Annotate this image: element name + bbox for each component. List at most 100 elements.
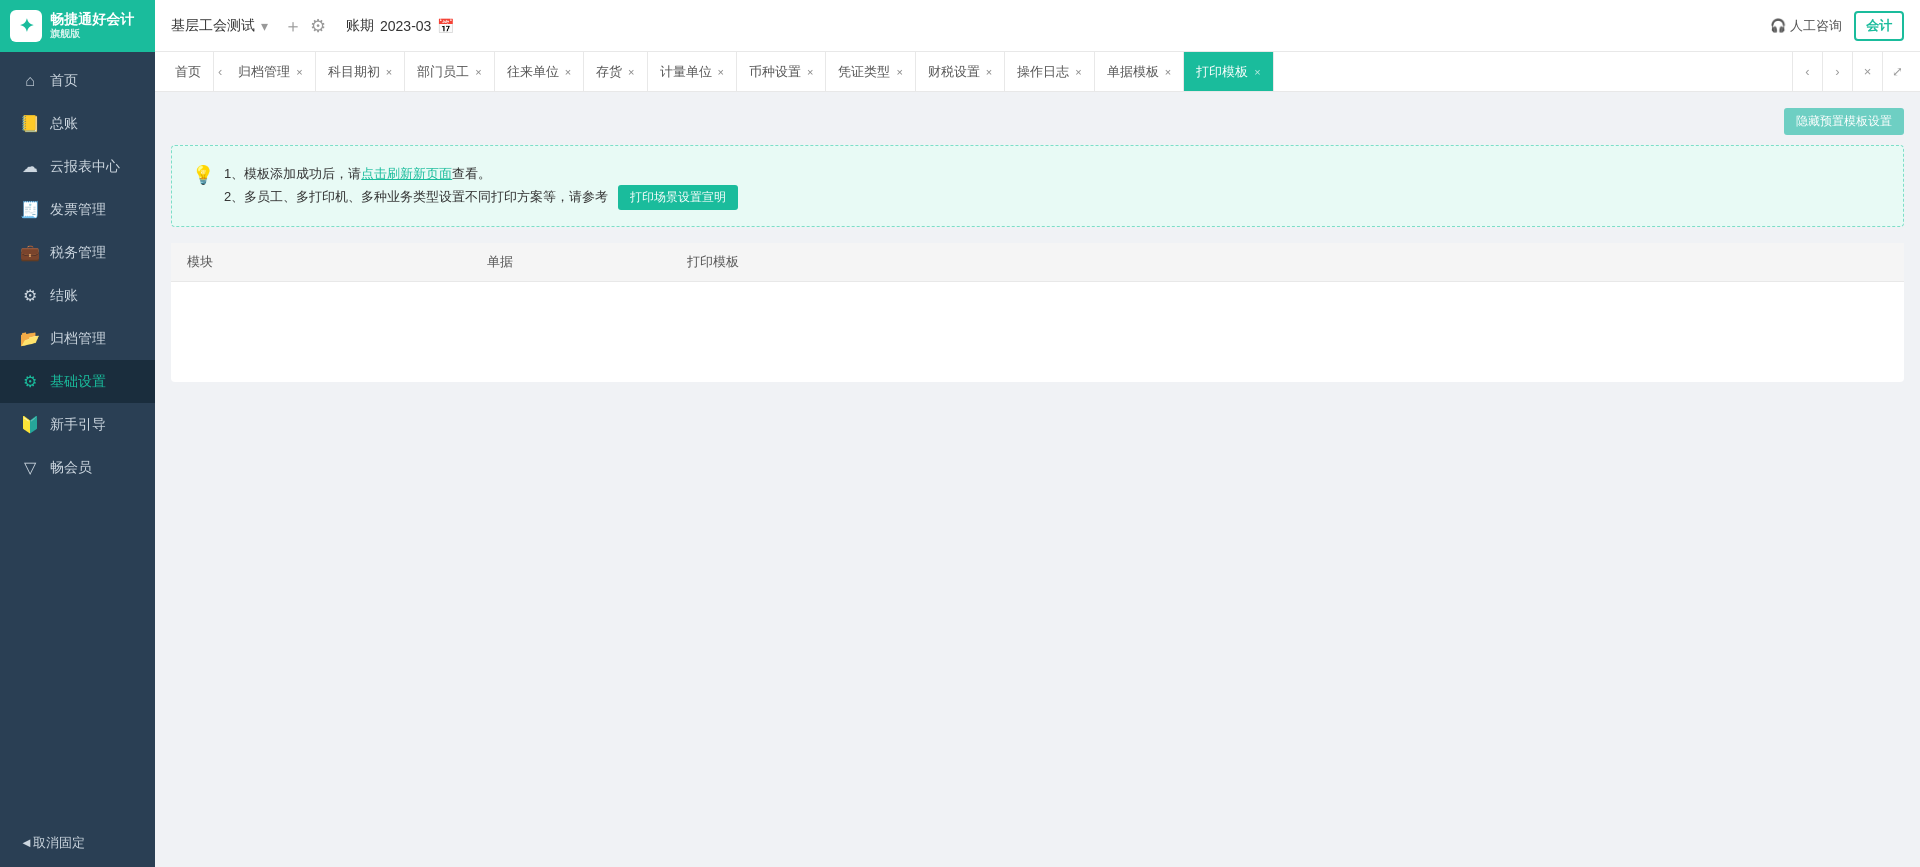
column-print-template: 打印模板: [671, 243, 1904, 281]
notice-box: 💡 1、模板添加成功后，请点击刷新新页面查看。 2、多员工、多打印机、多种业务类…: [171, 145, 1904, 227]
content-area: 隐藏预置模板设置 💡 1、模板添加成功后，请点击刷新新页面查看。 2、多员工、多…: [155, 92, 1920, 867]
tab-department[interactable]: 部门员工 ×: [405, 52, 494, 92]
sidebar-item-reports[interactable]: ☁ 云报表中心: [0, 145, 155, 188]
tab-inventory[interactable]: 存货 ×: [584, 52, 647, 92]
column-document: 单据: [471, 243, 671, 281]
logo-text: 畅捷通好会计: [50, 11, 134, 28]
tab-tax-setting-label: 财税设置: [928, 63, 980, 81]
tax-icon: 💼: [20, 243, 40, 262]
sidebar-item-tax[interactable]: 💼 税务管理: [0, 231, 155, 274]
sidebar-label-archive: 归档管理: [50, 330, 106, 348]
sidebar-label-ledger: 总账: [50, 115, 78, 133]
tab-voucher-type-label: 凭证类型: [838, 63, 890, 81]
sidebar-item-archive[interactable]: 📂 归档管理: [0, 317, 155, 360]
notice-bulb-icon: 💡: [192, 164, 214, 186]
tab-close-tax-setting[interactable]: ×: [986, 66, 992, 78]
notice-line2-prefix: 2、多员工、多打印机、多种业务类型设置不同打印方案等，请参考: [224, 189, 608, 204]
tab-nav-buttons: ‹ › × ⤢: [1792, 52, 1912, 92]
notice-line1-suffix: 查看。: [452, 166, 491, 181]
tab-department-label: 部门员工: [417, 63, 469, 81]
tab-voucher-type[interactable]: 凭证类型 ×: [826, 52, 915, 92]
sidebar-nav: ⌂ 首页 📒 总账 ☁ 云报表中心 🧾 发票管理 💼 税务管理 ⚙ 结账 📂 归…: [0, 52, 155, 819]
sidebar-item-guide[interactable]: 🔰 新手引导: [0, 403, 155, 446]
sidebar-label-basic: 基础设置: [50, 373, 106, 391]
tab-currency-label: 币种设置: [749, 63, 801, 81]
tab-close-single-template[interactable]: ×: [1165, 66, 1171, 78]
tab-close-archive-mgmt[interactable]: ×: [296, 66, 302, 78]
member-icon: ▽: [20, 458, 40, 477]
sidebar-item-settle[interactable]: ⚙ 结账: [0, 274, 155, 317]
sidebar-item-basic[interactable]: ⚙ 基础设置: [0, 360, 155, 403]
tab-close-subject-init[interactable]: ×: [386, 66, 392, 78]
tab-home-label: 首页: [175, 63, 201, 81]
table-body: [171, 282, 1904, 382]
kuaiji-button[interactable]: 会计: [1854, 11, 1904, 41]
tab-tax-setting[interactable]: 财税设置 ×: [916, 52, 1005, 92]
period-selector[interactable]: 账期 2023-03 📅: [346, 17, 454, 35]
topbar-actions: ＋ ⚙: [284, 14, 326, 38]
basic-icon: ⚙: [20, 372, 40, 391]
tab-close-currency[interactable]: ×: [807, 66, 813, 78]
invoice-icon: 🧾: [20, 200, 40, 219]
tab-measure-unit-label: 计量单位: [660, 63, 712, 81]
print-scene-explain-button[interactable]: 打印场景设置宣明: [618, 185, 738, 210]
tab-subject-init[interactable]: 科目期初 ×: [316, 52, 405, 92]
project-dropdown-icon: ▾: [261, 18, 268, 34]
tab-subject-init-label: 科目期初: [328, 63, 380, 81]
tab-archive-mgmt[interactable]: 归档管理 ×: [226, 52, 315, 92]
sidebar-item-invoice[interactable]: 🧾 发票管理: [0, 188, 155, 231]
tab-close-measure-unit[interactable]: ×: [718, 66, 724, 78]
tab-currency[interactable]: 币种设置 ×: [737, 52, 826, 92]
sidebar-label-invoice: 发票管理: [50, 201, 106, 219]
settings-icon[interactable]: ⚙: [310, 15, 326, 37]
print-template-table: 模块 单据 打印模板: [171, 243, 1904, 382]
tab-scroll-right-button[interactable]: ›: [1822, 52, 1852, 92]
tab-supplier[interactable]: 往来单位 ×: [495, 52, 584, 92]
settle-icon: ⚙: [20, 286, 40, 305]
calendar-icon: 📅: [437, 18, 454, 34]
sidebar-unpin-button[interactable]: ◄取消固定: [0, 819, 155, 867]
archive-icon: 📂: [20, 329, 40, 348]
tab-close-supplier[interactable]: ×: [565, 66, 571, 78]
hide-template-button[interactable]: 隐藏预置模板设置: [1784, 108, 1904, 135]
reports-icon: ☁: [20, 157, 40, 176]
tab-single-template[interactable]: 单据模板 ×: [1095, 52, 1184, 92]
tab-print-template-label: 打印模板: [1196, 63, 1248, 81]
period-value: 2023-03: [380, 18, 431, 34]
sidebar-label-tax: 税务管理: [50, 244, 106, 262]
project-selector[interactable]: 基层工会测试 ▾: [171, 17, 268, 35]
sidebar-item-ledger[interactable]: 📒 总账: [0, 102, 155, 145]
notice-line1: 1、模板添加成功后，请点击刷新新页面查看。: [224, 162, 738, 185]
table-header: 模块 单据 打印模板: [171, 243, 1904, 282]
sidebar-label-member: 畅会员: [50, 459, 92, 477]
home-icon: ⌂: [20, 72, 40, 90]
tab-expand-button[interactable]: ⤢: [1882, 52, 1912, 92]
tab-close-inventory[interactable]: ×: [628, 66, 634, 78]
tab-archive-mgmt-label: 归档管理: [238, 63, 290, 81]
tab-supplier-label: 往来单位: [507, 63, 559, 81]
notice-line1-prefix: 1、模板添加成功后，请: [224, 166, 361, 181]
unpin-label: ◄取消固定: [20, 834, 85, 852]
add-project-icon[interactable]: ＋: [284, 14, 302, 38]
tab-single-template-label: 单据模板: [1107, 63, 1159, 81]
help-button[interactable]: 🎧 人工咨询: [1770, 17, 1842, 35]
tab-op-log[interactable]: 操作日志 ×: [1005, 52, 1094, 92]
tab-print-template[interactable]: 打印模板 ×: [1184, 52, 1273, 92]
notice-refresh-link[interactable]: 点击刷新新页面: [361, 166, 452, 181]
tab-close-print-template[interactable]: ×: [1254, 66, 1260, 78]
tab-chevron-left[interactable]: ‹: [214, 64, 226, 79]
tab-scroll-left-button[interactable]: ‹: [1792, 52, 1822, 92]
sidebar: ✦ 畅捷通好会计 旗舰版 ⌂ 首页 📒 总账 ☁ 云报表中心 🧾 发票管理 💼 …: [0, 0, 155, 867]
tab-measure-unit[interactable]: 计量单位 ×: [648, 52, 737, 92]
topbar: 基层工会测试 ▾ ＋ ⚙ 账期 2023-03 📅 🎧 人工咨询 会计: [155, 0, 1920, 52]
hide-template-row: 隐藏预置模板设置: [171, 108, 1904, 135]
period-label: 账期: [346, 17, 374, 35]
tab-home[interactable]: 首页: [163, 52, 214, 92]
tab-close-department[interactable]: ×: [475, 66, 481, 78]
tab-close-all-button[interactable]: ×: [1852, 52, 1882, 92]
sidebar-item-home[interactable]: ⌂ 首页: [0, 60, 155, 102]
sidebar-item-member[interactable]: ▽ 畅会员: [0, 446, 155, 489]
main-area: 基层工会测试 ▾ ＋ ⚙ 账期 2023-03 📅 🎧 人工咨询 会计 首页 ‹…: [155, 0, 1920, 867]
tab-close-op-log[interactable]: ×: [1075, 66, 1081, 78]
tab-close-voucher-type[interactable]: ×: [896, 66, 902, 78]
